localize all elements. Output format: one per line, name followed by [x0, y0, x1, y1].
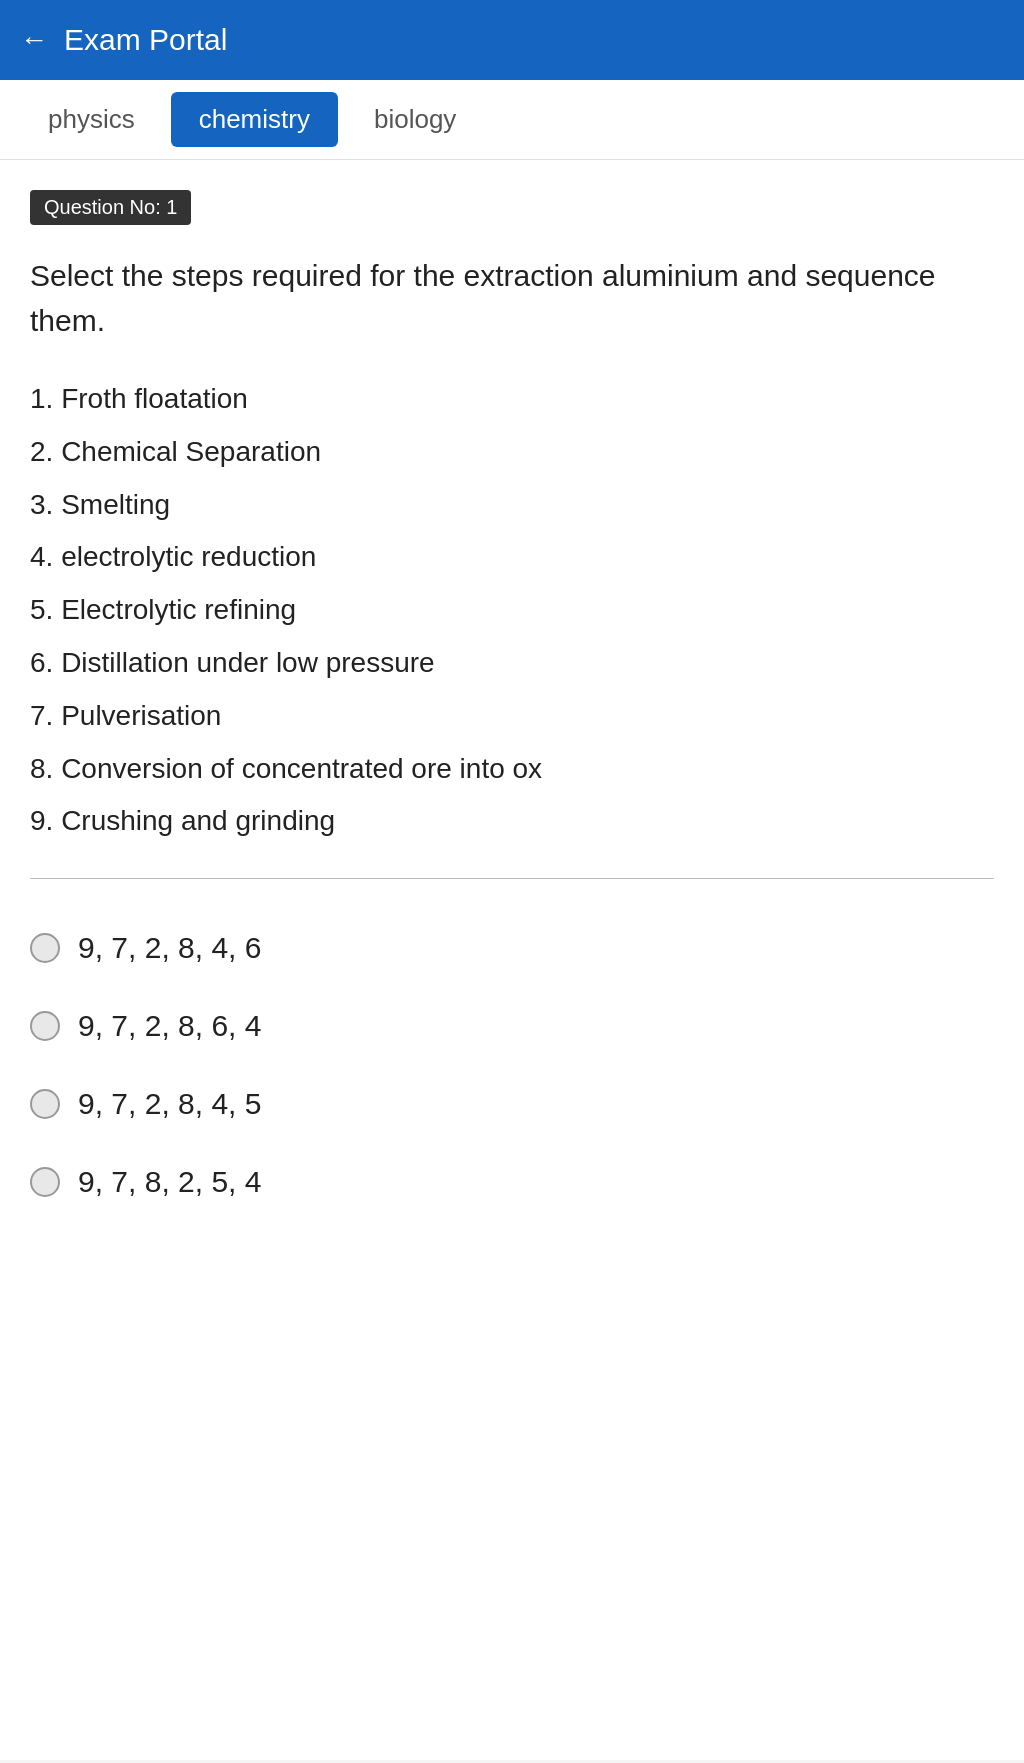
step-item: 6. Distillation under low pressure: [30, 637, 994, 690]
question-badge: Question No: 1: [30, 190, 191, 225]
tab-physics[interactable]: physics: [20, 92, 163, 147]
step-item: 3. Smelting: [30, 479, 994, 532]
radio-button-2[interactable]: [30, 1011, 60, 1041]
option-label-4: 9, 7, 8, 2, 5, 4: [78, 1165, 261, 1199]
option-3[interactable]: 9, 7, 2, 8, 4, 5: [30, 1065, 994, 1143]
option-1[interactable]: 9, 7, 2, 8, 4, 6: [30, 909, 994, 987]
radio-button-1[interactable]: [30, 933, 60, 963]
header-title: Exam Portal: [64, 23, 227, 57]
tabs-bar: physics chemistry biology: [0, 80, 1024, 160]
step-item: 1. Froth floatation: [30, 373, 994, 426]
option-label-2: 9, 7, 2, 8, 6, 4: [78, 1009, 261, 1043]
steps-list: 1. Froth floatation 2. Chemical Separati…: [30, 373, 994, 848]
option-2[interactable]: 9, 7, 2, 8, 6, 4: [30, 987, 994, 1065]
app-header: ← Exam Portal: [0, 0, 1024, 80]
options-list: 9, 7, 2, 8, 4, 6 9, 7, 2, 8, 6, 4 9, 7, …: [30, 909, 994, 1221]
step-item: 4. electrolytic reduction: [30, 531, 994, 584]
step-item: 5. Electrolytic refining: [30, 584, 994, 637]
step-item: 9. Crushing and grinding: [30, 795, 994, 848]
question-text: Select the steps required for the extrac…: [30, 253, 994, 343]
radio-button-4[interactable]: [30, 1167, 60, 1197]
option-label-1: 9, 7, 2, 8, 4, 6: [78, 931, 261, 965]
radio-button-3[interactable]: [30, 1089, 60, 1119]
content-area: Question No: 1 Select the steps required…: [0, 160, 1024, 1760]
tab-biology[interactable]: biology: [346, 92, 484, 147]
step-item: 2. Chemical Separation: [30, 426, 994, 479]
option-4[interactable]: 9, 7, 8, 2, 5, 4: [30, 1143, 994, 1221]
back-button[interactable]: ←: [20, 24, 48, 56]
section-divider: [30, 878, 994, 879]
step-item: 7. Pulverisation: [30, 690, 994, 743]
option-label-3: 9, 7, 2, 8, 4, 5: [78, 1087, 261, 1121]
step-item: 8. Conversion of concentrated ore into o…: [30, 743, 994, 796]
tab-chemistry[interactable]: chemistry: [171, 92, 338, 147]
